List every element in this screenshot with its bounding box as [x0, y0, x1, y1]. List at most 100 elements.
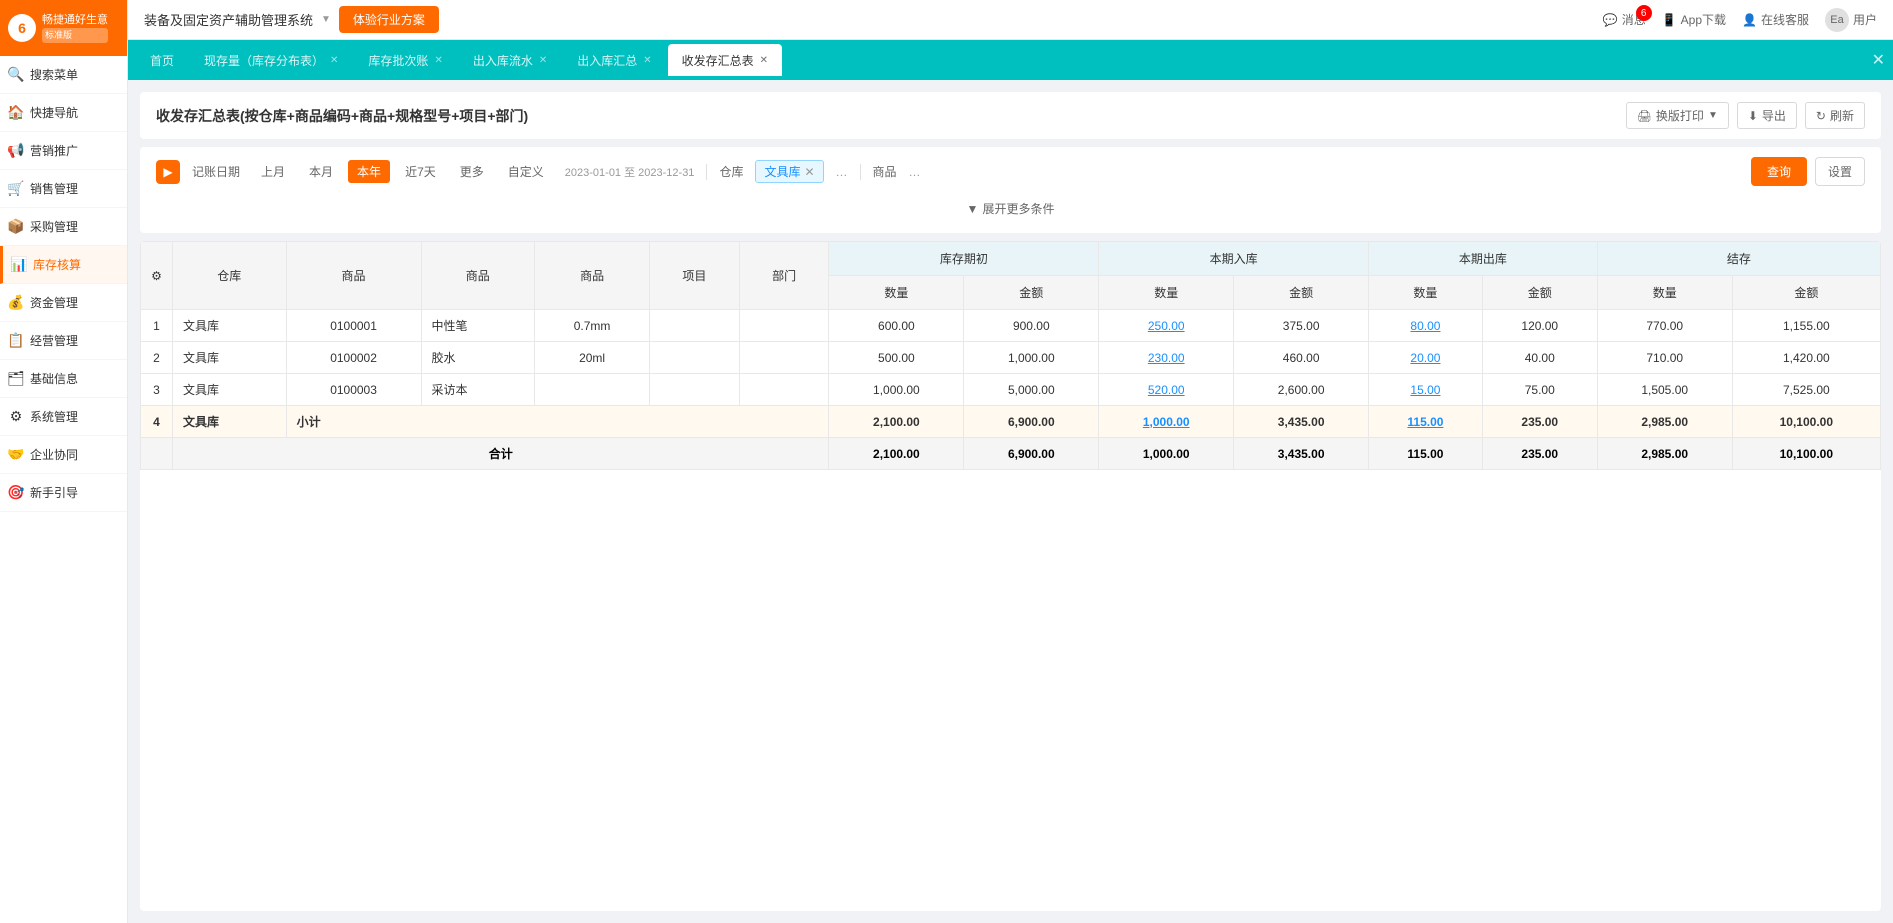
- cell-spec-0: 0.7mm: [535, 310, 650, 342]
- cell-in-qty-1[interactable]: 230.00: [1099, 342, 1234, 374]
- cell-warehouse-2: 文具库: [173, 374, 287, 406]
- service-icon: 👤: [1742, 13, 1757, 27]
- app-download-action[interactable]: 📱 App下载: [1662, 11, 1726, 28]
- tab-bar-close[interactable]: ✕: [1872, 50, 1885, 70]
- main-content: 装备及固定资产辅助管理系统 ▼ 体验行业方案 💬 消息 6 📱 App下载 👤: [128, 0, 1893, 923]
- subtotal-warehouse: 文具库: [173, 406, 287, 438]
- sidebar-item-search[interactable]: 🔍 搜索菜单: [0, 56, 127, 94]
- tab-label-inout_summary: 出入库汇总: [577, 52, 637, 69]
- warehouse-tag-close[interactable]: ✕: [804, 165, 814, 179]
- finance-icon: 💰: [8, 295, 24, 311]
- cell-in-qty-0[interactable]: 250.00: [1099, 310, 1234, 342]
- sidebar-item-operations[interactable]: 📋 经营管理: [0, 322, 127, 360]
- tab-stock_dist[interactable]: 现存量（库存分布表） ✕: [190, 44, 352, 76]
- table-row: 1 文具库 0100001 中性笔 0.7mm 600.00 900.00 25…: [141, 310, 1881, 342]
- experience-button[interactable]: 体验行业方案: [339, 6, 439, 33]
- sidebar-logo: 6 畅捷通好生意 标准版: [0, 0, 127, 56]
- total-in-amt: 3,435.00: [1234, 438, 1369, 470]
- tab-close-inout_flow[interactable]: ✕: [539, 55, 547, 66]
- sidebar-label-guide: 新手引导: [30, 484, 78, 501]
- online-service-action[interactable]: 👤 在线客服: [1742, 11, 1809, 28]
- th-out: 本期出库: [1369, 242, 1598, 276]
- tab-close-recv_send_summary[interactable]: ✕: [760, 55, 768, 66]
- expand-conditions-btn[interactable]: ▼ 展开更多条件: [967, 196, 1055, 221]
- sidebar-item-quick_nav[interactable]: 🏠 快捷导航: [0, 94, 127, 132]
- sidebar-item-sales[interactable]: 🛒 销售管理: [0, 170, 127, 208]
- sidebar-label-operations: 经营管理: [30, 332, 78, 349]
- user-avatar: Ea: [1825, 8, 1849, 32]
- date-btn-近7天[interactable]: 近7天: [396, 160, 445, 183]
- date-btn-本年[interactable]: 本年: [348, 160, 390, 183]
- sidebar-item-inventory[interactable]: 📊 库存核算: [0, 246, 127, 284]
- cell-name-1: 胶水: [421, 342, 535, 374]
- tab-inout_summary[interactable]: 出入库汇总 ✕: [563, 44, 665, 76]
- total-opening-amt: 6,900.00: [964, 438, 1099, 470]
- user-action[interactable]: Ea 用户: [1825, 8, 1877, 32]
- tab-close-stock_dist[interactable]: ✕: [330, 55, 338, 66]
- cell-out-qty-2[interactable]: 15.00: [1369, 374, 1483, 406]
- sidebar-item-marketing[interactable]: 📢 营销推广: [0, 132, 127, 170]
- date-btn-自定义[interactable]: 自定义: [499, 160, 553, 183]
- sidebar-item-enterprise[interactable]: 🤝 企业协同: [0, 436, 127, 474]
- total-closing-amt: 10,100.00: [1732, 438, 1880, 470]
- date-btn-上月[interactable]: 上月: [252, 160, 294, 183]
- marketing-icon: 📢: [8, 143, 24, 159]
- cell-in-qty-2[interactable]: 520.00: [1099, 374, 1234, 406]
- tab-close-batch[interactable]: ✕: [434, 55, 442, 66]
- page-header: 收发存汇总表(按仓库+商品编码+商品+规格型号+项目+部门) 🖨 换版打印 ▼ …: [140, 92, 1881, 139]
- th-in: 本期入库: [1099, 242, 1369, 276]
- sidebar-item-purchase[interactable]: 📦 采购管理: [0, 208, 127, 246]
- tab-recv_send_summary[interactable]: 收发存汇总表✕: [668, 44, 782, 76]
- enterprise-icon: 🤝: [8, 447, 24, 463]
- refresh-button[interactable]: ↻ 刷新: [1805, 102, 1865, 129]
- subtotal-label: 小计: [286, 406, 829, 438]
- th-goods-name: 商品: [421, 242, 535, 310]
- cell-out-qty-1[interactable]: 20.00: [1369, 342, 1483, 374]
- tab-label-stock_dist: 现存量（库存分布表）: [204, 52, 324, 69]
- cell-in-amt-1: 460.00: [1234, 342, 1369, 374]
- operations-icon: 📋: [8, 333, 24, 349]
- page-title: 收发存汇总表(按仓库+商品编码+商品+规格型号+项目+部门): [156, 106, 528, 126]
- subtotal-opening-amt: 6,900.00: [964, 406, 1099, 438]
- date-btn-本月[interactable]: 本月: [300, 160, 342, 183]
- search-button[interactable]: 查询: [1751, 157, 1807, 186]
- sidebar-item-basic_info[interactable]: 🗂 基础信息: [0, 360, 127, 398]
- th-in-qty: 数量: [1099, 276, 1234, 310]
- cell-opening-qty-1: 500.00: [829, 342, 964, 374]
- table-row: 2 文具库 0100002 胶水 20ml 500.00 1,000.00 23…: [141, 342, 1881, 374]
- date-range: 2023-01-01 至 2023-12-31: [565, 164, 695, 180]
- export-icon: ⬇: [1748, 109, 1758, 123]
- settings-button[interactable]: 设置: [1815, 157, 1865, 186]
- filter-expand-btn[interactable]: ▶: [156, 160, 180, 184]
- th-opening-qty: 数量: [829, 276, 964, 310]
- total-label: 合计: [173, 438, 829, 470]
- date-btn-更多[interactable]: 更多: [451, 160, 493, 183]
- tab-home[interactable]: 首页: [136, 44, 188, 76]
- print-button[interactable]: 🖨 换版打印 ▼: [1626, 102, 1729, 129]
- cell-closing-amt-1: 1,420.00: [1732, 342, 1880, 374]
- export-button[interactable]: ⬇ 导出: [1737, 102, 1797, 129]
- print-dropdown-icon: ▼: [1708, 110, 1718, 121]
- subtotal-row: 4 文具库 小计 2,100.00 6,900.00 1,000.00 3,43…: [141, 406, 1881, 438]
- goods-more[interactable]: …: [909, 165, 921, 179]
- warehouse-more[interactable]: …: [836, 165, 848, 179]
- cell-out-amt-0: 120.00: [1482, 310, 1597, 342]
- tab-close-inout_summary[interactable]: ✕: [643, 55, 651, 66]
- inventory-icon: 📊: [11, 257, 27, 273]
- purchase-icon: 📦: [8, 219, 24, 235]
- th-opening-amt: 金额: [964, 276, 1099, 310]
- sidebar-label-basic_info: 基础信息: [30, 370, 78, 387]
- cell-out-qty-0[interactable]: 80.00: [1369, 310, 1483, 342]
- system-dropdown[interactable]: ▼: [321, 14, 331, 25]
- cell-project-1: [650, 342, 740, 374]
- sidebar-item-finance[interactable]: 💰 资金管理: [0, 284, 127, 322]
- table-container: ⚙ 仓库 商品 商品 商品 项目 部门 库存期初 本期入库 本期出库 结存: [140, 241, 1881, 911]
- cell-code-1: 0100002: [286, 342, 421, 374]
- sidebar-item-system[interactable]: ⚙ 系统管理: [0, 398, 127, 436]
- cell-dept-2: [739, 374, 829, 406]
- tab-inout_flow[interactable]: 出入库流水✕: [459, 44, 561, 76]
- tab-batch[interactable]: 库存批次账✕: [354, 44, 456, 76]
- sidebar-item-guide[interactable]: 🎯 新手引导: [0, 474, 127, 512]
- message-action[interactable]: 💬 消息 6: [1603, 11, 1646, 28]
- col-settings[interactable]: ⚙: [141, 242, 173, 310]
